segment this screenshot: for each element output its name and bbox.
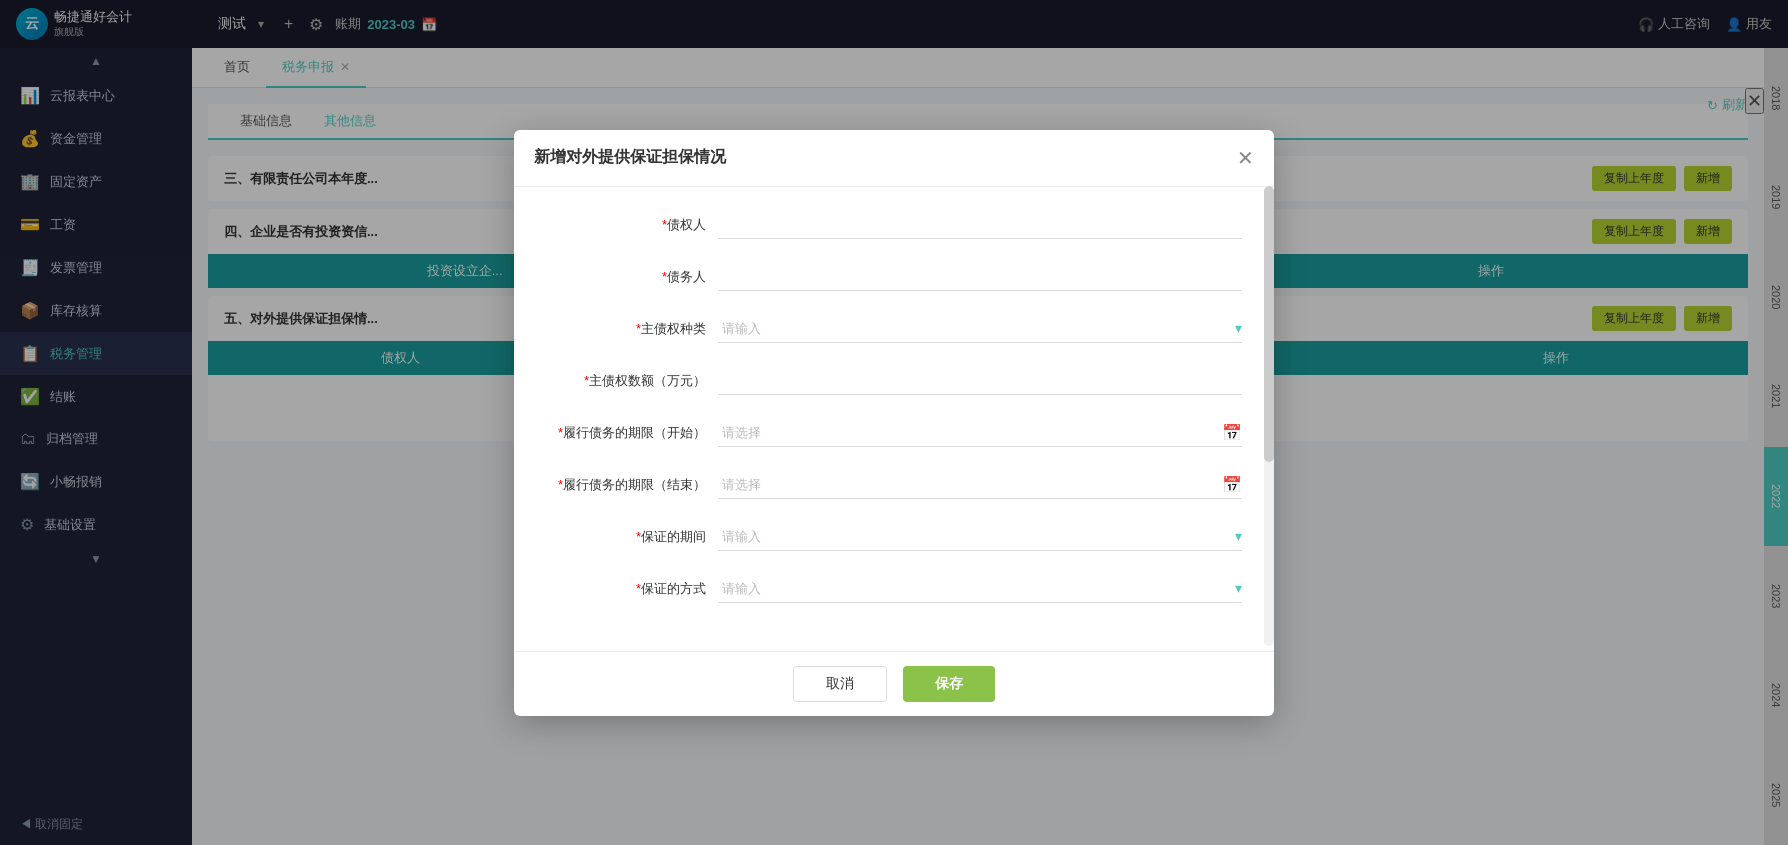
creditor-label: *债权人 [546, 216, 706, 234]
dialog: 新增对外提供保证担保情况 ✕ *债权人 *债务人 *主债权种类 [514, 130, 1274, 716]
start-date-label: *履行债务的期限（开始） [546, 424, 706, 442]
required-mark: * [662, 217, 667, 232]
guarantee-period-chevron-icon[interactable]: ▾ [1235, 528, 1242, 544]
form-row-creditor: *债权人 [546, 211, 1242, 239]
claim-type-input[interactable] [718, 315, 1235, 342]
end-date-wrap: 📅 [718, 471, 1242, 499]
cancel-button[interactable]: 取消 [793, 666, 887, 702]
debtor-label: *债务人 [546, 268, 706, 286]
start-date-input[interactable] [718, 419, 1222, 446]
claim-type-chevron-icon[interactable]: ▾ [1235, 320, 1242, 336]
form-row-debtor: *债务人 [546, 263, 1242, 291]
guarantee-method-input[interactable] [718, 575, 1235, 602]
creditor-input[interactable] [718, 211, 1242, 239]
required-mark-6: * [558, 477, 563, 492]
required-mark-2: * [662, 269, 667, 284]
required-mark-4: * [584, 373, 589, 388]
claim-amount-label: *主债权数额（万元） [546, 372, 706, 390]
start-date-calendar-icon[interactable]: 📅 [1222, 423, 1242, 442]
dialog-body: *债权人 *债务人 *主债权种类 ▾ [514, 187, 1274, 651]
required-mark-7: * [636, 529, 641, 544]
dialog-scrollbar[interactable] [1264, 186, 1274, 646]
guarantee-period-input[interactable] [718, 523, 1235, 550]
required-mark-3: * [636, 321, 641, 336]
guarantee-method-label: *保证的方式 [546, 580, 706, 598]
required-mark-8: * [636, 581, 641, 596]
form-row-end-date: *履行债务的期限（结束） 📅 [546, 471, 1242, 499]
save-button[interactable]: 保存 [903, 666, 995, 702]
form-row-guarantee-period: *保证的期间 ▾ [546, 523, 1242, 551]
end-date-input[interactable] [718, 471, 1222, 498]
guarantee-method-wrap: ▾ [718, 575, 1242, 603]
form-row-guarantee-method: *保证的方式 ▾ [546, 575, 1242, 603]
form-row-claim-amount: *主债权数额（万元） [546, 367, 1242, 395]
dialog-footer: 取消 保存 [514, 651, 1274, 716]
guarantee-period-label: *保证的期间 [546, 528, 706, 546]
guarantee-method-chevron-icon[interactable]: ▾ [1235, 580, 1242, 596]
claim-type-select-wrap: ▾ [718, 315, 1242, 343]
dialog-header: 新增对外提供保证担保情况 ✕ [514, 130, 1274, 187]
guarantee-period-wrap: ▾ [718, 523, 1242, 551]
claim-type-label: *主债权种类 [546, 320, 706, 338]
form-row-start-date: *履行债务的期限（开始） 📅 [546, 419, 1242, 447]
end-date-label: *履行债务的期限（结束） [546, 476, 706, 494]
form-row-claim-type: *主债权种类 ▾ [546, 315, 1242, 343]
end-date-calendar-icon[interactable]: 📅 [1222, 475, 1242, 494]
claim-amount-input[interactable] [718, 367, 1242, 395]
start-date-wrap: 📅 [718, 419, 1242, 447]
required-mark-5: * [558, 425, 563, 440]
dialog-title: 新增对外提供保证担保情况 [534, 147, 726, 168]
dialog-scrollbar-thumb [1264, 186, 1274, 462]
modal-overlay: 新增对外提供保证担保情况 ✕ *债权人 *债务人 *主债权种类 [0, 0, 1788, 845]
dialog-close-button[interactable]: ✕ [1237, 146, 1254, 170]
debtor-input[interactable] [718, 263, 1242, 291]
